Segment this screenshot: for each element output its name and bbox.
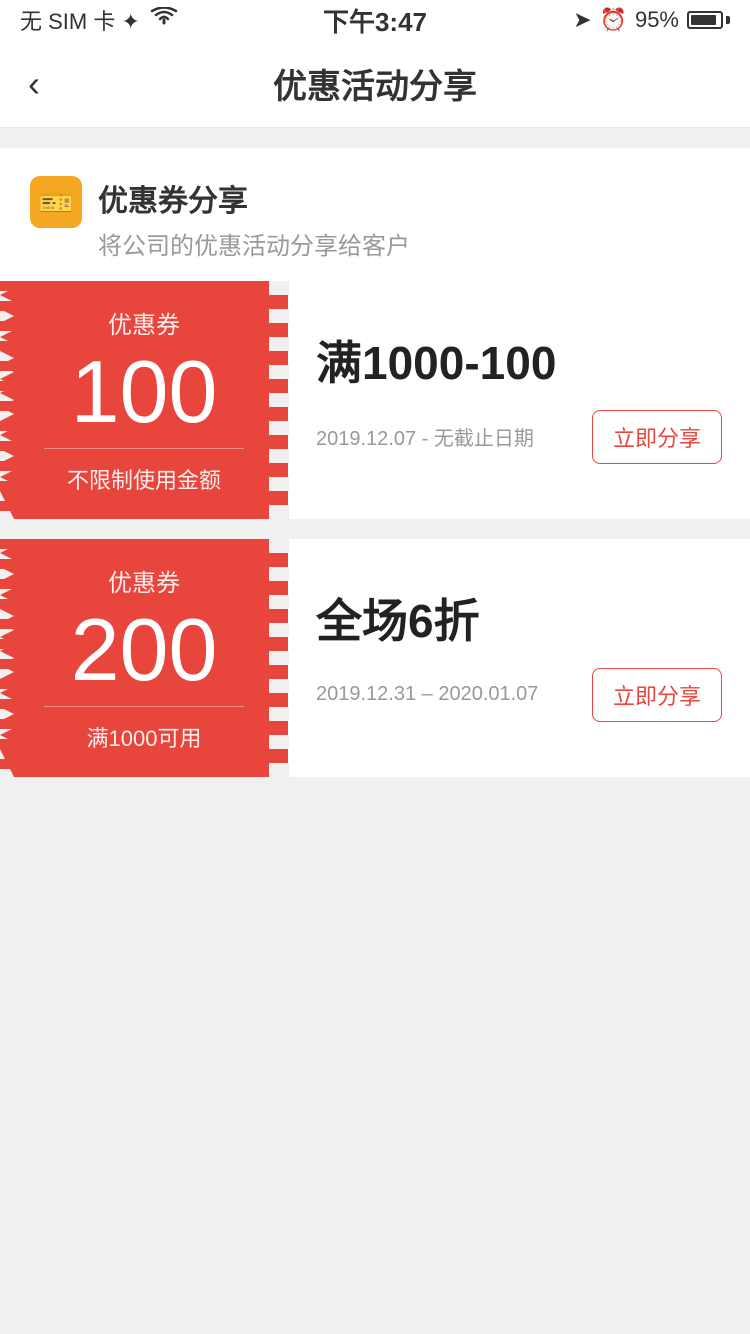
location-icon: ➤ <box>573 7 591 33</box>
coupon-bottom-row-1: 2019.12.07 - 无截止日期 立即分享 <box>316 410 722 464</box>
alarm-icon: ⏰ <box>600 7 627 33</box>
page-title: 优惠活动分享 <box>273 59 477 108</box>
coupon-type-1: 优惠券 <box>108 305 180 340</box>
coupon-type-2: 优惠券 <box>108 563 180 598</box>
share-button-2[interactable]: 立即分享 <box>592 668 722 722</box>
nav-bar: ‹ 优惠活动分享 <box>0 40 750 128</box>
status-time: 下午3:47 <box>323 2 427 39</box>
coupon-right-1: 满1000-100 2019.12.07 - 无截止日期 立即分享 <box>288 281 750 519</box>
coupon-condition-2: 满1000可用 <box>87 721 202 753</box>
coupon-value-1: 100 <box>71 348 218 436</box>
coupon-condition-1: 不限制使用金额 <box>67 463 221 495</box>
coupon-right-2: 全场6折 2019.12.31 – 2020.01.07 立即分享 <box>288 539 750 777</box>
coupons-list: 优惠券 100 不限制使用金额 满1000-100 2019.12.07 - 无… <box>0 281 750 817</box>
share-button-1[interactable]: 立即分享 <box>592 410 722 464</box>
coupon-left-2: 优惠券 200 满1000可用 <box>0 539 288 777</box>
coupon-left-1: 优惠券 100 不限制使用金额 <box>0 281 288 519</box>
back-button[interactable]: ‹ <box>28 66 40 102</box>
top-divider <box>0 128 750 148</box>
coupon-date-2: 2019.12.31 – 2020.01.07 <box>316 683 582 706</box>
empty-area <box>0 817 750 1317</box>
coupon-divider-2 <box>44 706 244 707</box>
section-header: 🎫 优惠券分享 将公司的优惠活动分享给客户 <box>0 148 750 281</box>
wifi-icon <box>150 7 178 33</box>
coupon-bottom-row-2: 2019.12.31 – 2020.01.07 立即分享 <box>316 668 722 722</box>
coupon-card-2: 优惠券 200 满1000可用 全场6折 2019.12.31 – 2020.0… <box>0 539 750 777</box>
sim-label: 无 SIM 卡 ✦ <box>20 4 140 36</box>
section-header-text: 优惠券分享 将公司的优惠活动分享给客户 <box>98 176 410 261</box>
coupon-card-1: 优惠券 100 不限制使用金额 满1000-100 2019.12.07 - 无… <box>0 281 750 519</box>
coupon-divider-1 <box>44 448 244 449</box>
coupon-name-2: 全场6折 <box>316 594 722 649</box>
status-bar: 无 SIM 卡 ✦ 下午3:47 ➤ ⏰ 95% <box>0 0 750 40</box>
section-icon: 🎫 <box>30 176 82 228</box>
status-right: ➤ ⏰ 95% <box>573 7 730 33</box>
section-title: 优惠券分享 <box>98 176 410 220</box>
section-subtitle: 将公司的优惠活动分享给客户 <box>98 226 410 261</box>
battery-icon <box>687 11 730 29</box>
status-left: 无 SIM 卡 ✦ <box>20 4 178 36</box>
coupon-value-2: 200 <box>71 606 218 694</box>
coupon-date-1: 2019.12.07 - 无截止日期 <box>316 422 582 451</box>
battery-percent: 95% <box>635 7 679 33</box>
coupon-name-1: 满1000-100 <box>316 336 722 391</box>
